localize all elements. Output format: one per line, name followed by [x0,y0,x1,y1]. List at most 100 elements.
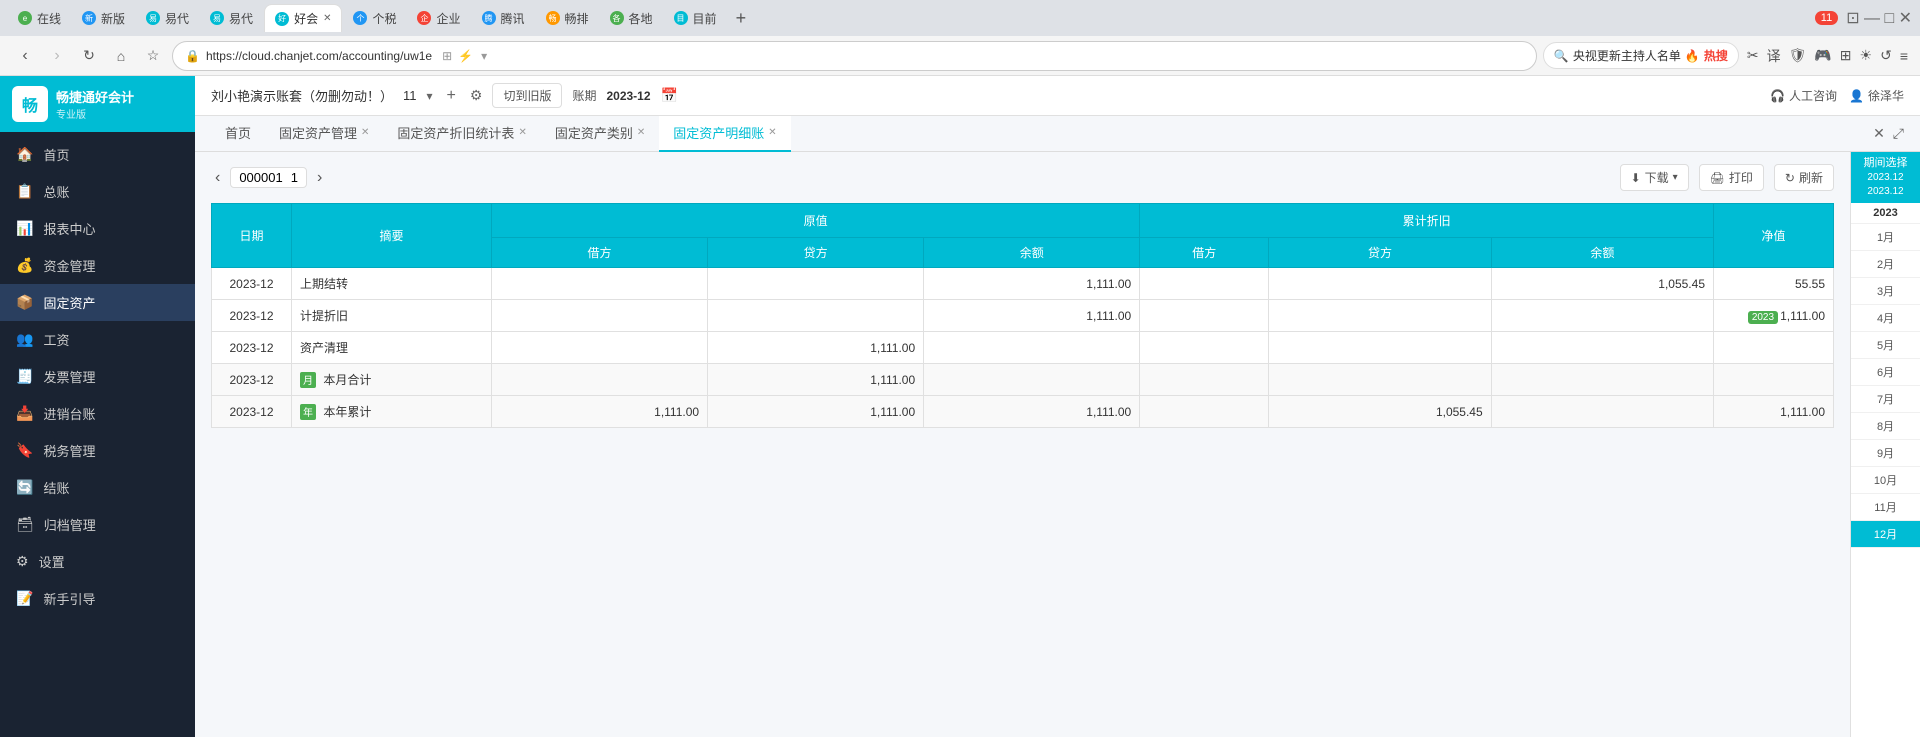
sidebar-header: 畅 畅捷通好会计 专业版 [0,76,195,132]
browser-tab-t9[interactable]: 畅 畅排 [536,4,599,32]
period-month-4[interactable]: 4月 [1851,305,1920,332]
browser-tab-t6[interactable]: 个 个税 [343,4,406,32]
tab-label-t3: 易代 [165,10,189,27]
tab-home[interactable]: 首页 [211,116,265,152]
period-month-1[interactable]: 1月 [1851,224,1920,251]
hot-label: 热搜 [1704,47,1728,64]
account-name: 刘小艳演示账套（勿删勿动！） [211,86,393,105]
minimize-panel-icon[interactable]: ✕ [1873,125,1885,142]
next-page-btn[interactable]: › [313,167,326,189]
sidebar-item-tax[interactable]: 🔖 税务管理 [0,432,195,469]
nav-back[interactable]: ‹ [12,43,38,69]
browser-tab-t11[interactable]: 目 目前 [664,4,727,32]
tab-favicon-t7: 企 [417,11,431,25]
sidebar-item-ledger[interactable]: 📋 总账 [0,173,195,210]
help-btn[interactable]: 🎧 人工咨询 [1770,87,1837,104]
new-tab-button[interactable]: + [728,7,755,29]
period-month-6[interactable]: 6月 [1851,359,1920,386]
tab-close-t5[interactable]: ✕ [323,13,331,24]
browser-tab-t8[interactable]: 腾 腾讯 [472,4,535,32]
nav-favorite[interactable]: ☆ [140,43,166,69]
sidebar-item-payroll[interactable]: 👥 工资 [0,321,195,358]
period-header-text1: 期间选择 [1853,156,1918,171]
row5-net-value: 1,111.00 [1714,396,1834,428]
user-btn[interactable]: 👤 徐泽华 [1849,87,1904,104]
maximize-panel-icon[interactable]: ⤢ [1893,125,1904,142]
sidebar-item-reports[interactable]: 📊 报表中心 [0,210,195,247]
dropdown-arrow[interactable]: ▾ [427,89,433,103]
refresh-btn[interactable]: ↻ 刷新 [1774,164,1834,191]
period-month-10[interactable]: 10月 [1851,467,1920,494]
browser-tab-t1[interactable]: e 在线 [8,4,71,32]
qr-icon: ⊞ [442,49,452,63]
download-arrow: ▾ [1673,172,1678,183]
shield-icon[interactable]: 🛡 [1789,47,1807,64]
nav-home[interactable]: ⌂ [108,43,134,69]
row1-orig-credit [708,268,924,300]
tab-fixed-detail[interactable]: 固定资产明细账 ✕ [659,116,790,152]
period-month-3[interactable]: 3月 [1851,278,1920,305]
sidebar-item-archive[interactable]: 🗃 归档管理 [0,506,195,543]
menu-icon[interactable]: ≡ [1900,48,1908,64]
sidebar-item-fixed[interactable]: 📦 固定资产 [0,284,195,321]
add-account-btn[interactable]: + [443,87,460,105]
browser-tab-t7[interactable]: 企 企业 [407,4,470,32]
tab-fixed-mgmt[interactable]: 固定资产管理 ✕ [265,116,383,152]
sun-icon[interactable]: ☀ [1860,47,1873,64]
print-icon: 🖨 [1710,171,1725,185]
period-month-8[interactable]: 8月 [1851,413,1920,440]
tab-fixed-cat-close[interactable]: ✕ [637,127,645,138]
sidebar-label-home: 首页 [43,145,69,164]
settings-small-btn[interactable]: ⚙ [470,87,483,104]
period-panel: 期间选择 2023.12 2023.12 2023 1月 2月 3月 4月 5月… [1850,152,1920,737]
nav-forward[interactable]: › [44,43,70,69]
translate-icon[interactable]: 译 [1767,46,1781,66]
tab-fixed-cat[interactable]: 固定资产类别 ✕ [541,116,659,152]
browser-tab-t5[interactable]: 好 好会 ✕ [264,4,342,32]
download-btn[interactable]: ⬇ 下载 ▾ [1620,164,1689,191]
tab-fixed-dep-stat[interactable]: 固定资产折旧统计表 ✕ [383,116,540,152]
sidebar-item-guide[interactable]: 📝 新手引导 [0,580,195,617]
tab-fixed-dep-stat-close[interactable]: ✕ [518,127,526,138]
row3-orig-credit: 1,111.00 [708,332,924,364]
scissors-icon[interactable]: ✂ [1747,47,1759,64]
hot-icon: 🔥 [1685,49,1700,63]
period-month-12[interactable]: 12月 [1851,521,1920,548]
row2-orig-debit [492,300,708,332]
tab-fixed-mgmt-close[interactable]: ✕ [361,127,369,138]
print-btn[interactable]: 🖨 打印 [1699,164,1764,191]
sidebar-item-inventory[interactable]: 📥 进销台账 [0,395,195,432]
url-bar[interactable]: 🔒 https://cloud.chanjet.com/accounting/u… [172,41,1537,71]
period-month-5[interactable]: 5月 [1851,332,1920,359]
period-month-2[interactable]: 2月 [1851,251,1920,278]
browser-tab-t2[interactable]: 新 新版 [72,4,135,32]
grid-icon[interactable]: ⊞ [1840,47,1852,64]
tab-fixed-dep-stat-label: 固定资产折旧统计表 [397,123,514,142]
panel-close-btn[interactable]: ✕ ⤢ [1873,125,1904,142]
sidebar-label-tax: 税务管理 [43,441,95,460]
sidebar-item-closing[interactable]: 🔄 结账 [0,469,195,506]
version-btn[interactable]: 切到旧版 [492,83,562,108]
month-total-tag: 月 [300,372,316,388]
tab-fixed-detail-close[interactable]: ✕ [768,127,776,138]
history-icon[interactable]: ↺ [1880,47,1892,64]
search-box[interactable]: 🔍 央视更新主持人名单 🔥 热搜 [1543,42,1739,69]
lightning-icon: ⚡ [458,49,473,63]
gamepad-icon[interactable]: 🎮 [1814,47,1831,64]
browser-tab-t3[interactable]: 易 易代 [136,4,199,32]
browser-tab-t4[interactable]: 易 易代 [200,4,263,32]
sidebar-title: 畅捷通好会计 [56,87,134,106]
browser-tab-t10[interactable]: 各 各地 [600,4,663,32]
data-table: 日期 摘要 原值 累计折旧 净值 借方 贷方 余额 借方 贷方 余额 [211,203,1834,428]
period-month-9[interactable]: 9月 [1851,440,1920,467]
period-month-7[interactable]: 7月 [1851,386,1920,413]
sidebar-item-invoice[interactable]: 🧾 发票管理 [0,358,195,395]
sidebar-item-home[interactable]: 🏠 首页 [0,136,195,173]
nav-refresh[interactable]: ↻ [76,43,102,69]
dropdown-icon[interactable]: ▾ [481,49,487,63]
sidebar-item-funds[interactable]: 💰 资金管理 [0,247,195,284]
prev-page-btn[interactable]: ‹ [211,167,224,189]
sidebar-item-settings[interactable]: ⚙ 设置 [0,543,195,580]
calendar-icon[interactable]: 📅 [661,87,678,104]
period-month-11[interactable]: 11月 [1851,494,1920,521]
